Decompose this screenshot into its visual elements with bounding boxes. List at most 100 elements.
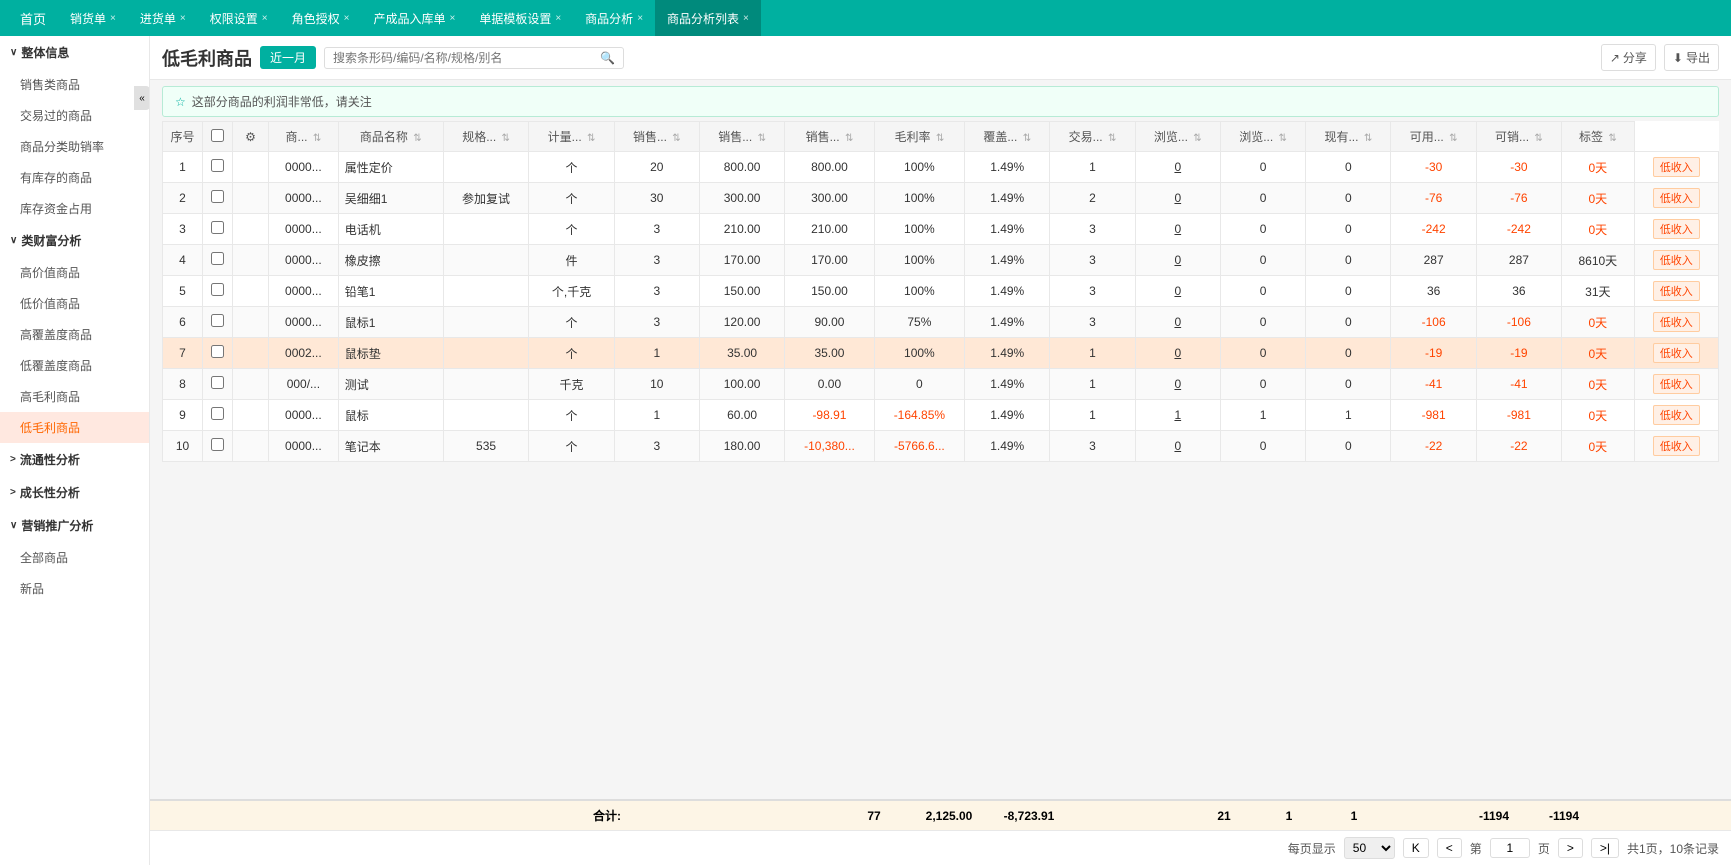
cell-trade[interactable]: 0 [1135, 152, 1220, 183]
search-icon[interactable]: 🔍 [600, 51, 615, 65]
row-checkbox[interactable] [211, 345, 224, 358]
cell-browse2: 0 [1306, 152, 1391, 183]
row-checkbox[interactable] [211, 252, 224, 265]
cell-checkbox[interactable] [203, 369, 233, 400]
cell-trade[interactable]: 0 [1135, 307, 1220, 338]
next-page-button[interactable]: > [1558, 838, 1583, 858]
th-avail[interactable]: 可用... ⇅ [1391, 122, 1476, 152]
sidebar-item-new-products[interactable]: 新品 [0, 573, 149, 604]
row-checkbox[interactable] [211, 314, 224, 327]
sidebar-section-growth[interactable]: > 成长性分析 [0, 476, 149, 509]
nav-close-permissions[interactable]: × [262, 13, 268, 24]
nav-close-analysis-list[interactable]: × [743, 13, 749, 24]
th-code[interactable]: 商... ⇅ [269, 122, 339, 152]
th-stock[interactable]: 现有... ⇅ [1306, 122, 1391, 152]
th-gross-rate[interactable]: 毛利率 ⇅ [874, 122, 964, 152]
row-checkbox[interactable] [211, 190, 224, 203]
nav-item-home[interactable]: 首页 [8, 0, 58, 36]
sidebar-item-in-stock[interactable]: 有库存的商品 [0, 162, 149, 193]
nav-item-permissions[interactable]: 权限设置 × [198, 0, 280, 36]
sidebar-item-high-value[interactable]: 高价值商品 [0, 257, 149, 288]
cell-checkbox[interactable] [203, 276, 233, 307]
sidebar-item-stock-capital[interactable]: 库存资金占用 [0, 193, 149, 224]
nav-item-product-entry[interactable]: 产成品入库单 × [361, 0, 467, 36]
last-page-button[interactable]: >| [1591, 838, 1619, 858]
sidebar-item-category-rate[interactable]: 商品分类助销率 [0, 131, 149, 162]
nav-item-purchase[interactable]: 进货单 × [128, 0, 198, 36]
cell-sale-price: 100.00 [699, 369, 784, 400]
row-checkbox[interactable] [211, 407, 224, 420]
th-sale-price[interactable]: 销售... ⇅ [699, 122, 784, 152]
cell-trade[interactable]: 0 [1135, 214, 1220, 245]
sidebar-item-high-margin[interactable]: 高毛利商品 [0, 381, 149, 412]
cell-checkbox[interactable] [203, 307, 233, 338]
sidebar-item-low-margin[interactable]: 低毛利商品 [0, 412, 149, 443]
date-filter-button[interactable]: 近一月 [260, 46, 316, 69]
nav-close-analysis[interactable]: × [637, 13, 643, 24]
cell-checkbox[interactable] [203, 183, 233, 214]
sidebar-item-all-products[interactable]: 全部商品 [0, 542, 149, 573]
row-checkbox[interactable] [211, 221, 224, 234]
sidebar-collapse-button[interactable]: « [134, 86, 150, 110]
th-saleable[interactable]: 可销... ⇅ [1476, 122, 1561, 152]
sidebar-item-high-coverage[interactable]: 高覆盖度商品 [0, 319, 149, 350]
row-checkbox[interactable] [211, 283, 224, 296]
cell-checkbox[interactable] [203, 431, 233, 462]
nav-item-analysis-list[interactable]: 商品分析列表 × [655, 0, 761, 36]
cell-checkbox[interactable] [203, 400, 233, 431]
cell-trade[interactable]: 0 [1135, 245, 1220, 276]
totals-browse1: 1 [1319, 809, 1389, 823]
sidebar-section-liquidity[interactable]: > 流通性分析 [0, 443, 149, 476]
nav-item-roles[interactable]: 角色授权 × [280, 0, 362, 36]
th-trade[interactable]: 交易... ⇅ [1050, 122, 1135, 152]
nav-item-template[interactable]: 单据模板设置 × [467, 0, 573, 36]
nav-item-analysis[interactable]: 商品分析 × [573, 0, 655, 36]
th-name[interactable]: 商品名称 ⇅ [338, 122, 443, 152]
cell-checkbox[interactable] [203, 245, 233, 276]
select-all-checkbox[interactable] [211, 129, 224, 142]
export-button[interactable]: ⬇ 导出 [1664, 44, 1719, 71]
cell-trade[interactable]: 0 [1135, 431, 1220, 462]
th-coverage[interactable]: 覆盖... ⇅ [965, 122, 1050, 152]
sidebar-item-low-coverage[interactable]: 低覆盖度商品 [0, 350, 149, 381]
th-browse1[interactable]: 浏览... ⇅ [1135, 122, 1220, 152]
sidebar-item-sales-products[interactable]: 销售类商品 [0, 69, 149, 100]
th-unit[interactable]: 计量... ⇅ [529, 122, 614, 152]
page-number-input[interactable] [1490, 838, 1530, 858]
nav-close-sales[interactable]: × [110, 13, 116, 24]
table-header-row: 序号 ⚙ 商... ⇅ 商品名称 ⇅ 规格... ⇅ 计量... ⇅ 销售...… [163, 122, 1719, 152]
th-spec[interactable]: 规格... ⇅ [443, 122, 529, 152]
th-sale-qty[interactable]: 销售... ⇅ [614, 122, 699, 152]
notice-icon: ☆ [175, 95, 186, 109]
share-button[interactable]: ↗ 分享 [1601, 44, 1656, 71]
cell-trade[interactable]: 0 [1135, 369, 1220, 400]
nav-close-purchase[interactable]: × [180, 13, 186, 24]
page-size-select[interactable]: 50 100 200 [1344, 837, 1395, 859]
cell-trade[interactable]: 0 [1135, 338, 1220, 369]
sidebar-section-general[interactable]: ∨ 整体信息 [0, 36, 149, 69]
sidebar-section-wealth[interactable]: ∨ 类财富分析 [0, 224, 149, 257]
cell-trade[interactable]: 0 [1135, 183, 1220, 214]
cell-checkbox[interactable] [203, 214, 233, 245]
sidebar-item-traded-products[interactable]: 交易过的商品 [0, 100, 149, 131]
first-page-button[interactable]: K [1403, 838, 1429, 858]
prev-page-button[interactable]: < [1437, 838, 1462, 858]
cell-trade[interactable]: 0 [1135, 276, 1220, 307]
nav-close-product-entry[interactable]: × [449, 13, 455, 24]
cell-trade[interactable]: 1 [1135, 400, 1220, 431]
cell-browse1: 0 [1220, 276, 1305, 307]
search-input[interactable] [333, 51, 600, 65]
th-tag[interactable]: 标签 ⇅ [1562, 122, 1635, 152]
nav-close-roles[interactable]: × [344, 13, 350, 24]
th-sale-amt[interactable]: 销售... ⇅ [785, 122, 874, 152]
nav-close-template[interactable]: × [555, 13, 561, 24]
cell-checkbox[interactable] [203, 338, 233, 369]
nav-item-sales[interactable]: 销货单 × [58, 0, 128, 36]
row-checkbox[interactable] [211, 159, 224, 172]
sidebar-section-marketing[interactable]: ∨ 营销推广分析 [0, 509, 149, 542]
cell-checkbox[interactable] [203, 152, 233, 183]
row-checkbox[interactable] [211, 376, 224, 389]
sidebar-item-low-value[interactable]: 低价值商品 [0, 288, 149, 319]
row-checkbox[interactable] [211, 438, 224, 451]
th-browse2[interactable]: 浏览... ⇅ [1220, 122, 1305, 152]
